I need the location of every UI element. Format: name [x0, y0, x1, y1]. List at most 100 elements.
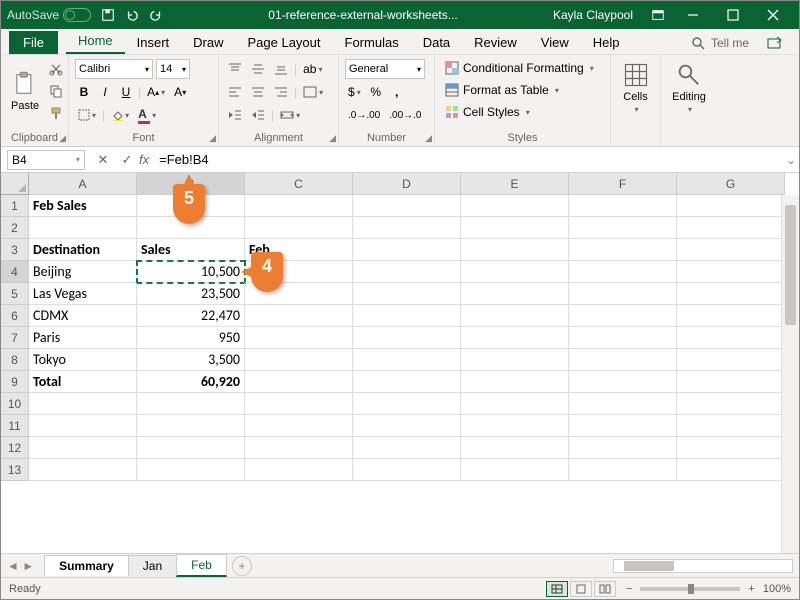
cell[interactable] [353, 239, 461, 261]
cell[interactable] [461, 305, 569, 327]
increase-indent-button[interactable] [248, 105, 268, 125]
dialog-launcher-icon[interactable]: ◢ [329, 133, 336, 144]
redo-icon[interactable] [149, 8, 163, 22]
row-header[interactable]: 7 [1, 327, 29, 349]
cell[interactable] [353, 371, 461, 393]
cell[interactable] [245, 327, 353, 349]
cell[interactable] [461, 415, 569, 437]
cell[interactable] [245, 195, 353, 217]
paste-button[interactable]: Paste [7, 68, 43, 114]
format-painter-button[interactable] [46, 103, 66, 123]
page-break-view-button[interactable] [594, 581, 616, 597]
cell[interactable] [569, 261, 677, 283]
cell[interactable] [677, 239, 785, 261]
font-color-button[interactable]: A [135, 105, 159, 125]
tab-draw[interactable]: Draw [181, 31, 235, 54]
col-header-E[interactable]: E [461, 173, 569, 195]
cell[interactable] [461, 217, 569, 239]
vertical-scrollbar[interactable] [781, 195, 799, 553]
cancel-formula-button[interactable]: ✕ [91, 152, 115, 168]
row-header[interactable]: 3 [1, 239, 29, 261]
horizontal-scrollbar[interactable] [613, 559, 793, 573]
cell[interactable]: 3,500 [137, 349, 245, 371]
comma-button[interactable]: , [388, 82, 406, 102]
cell[interactable] [29, 217, 137, 239]
cell[interactable] [245, 415, 353, 437]
cell[interactable] [677, 349, 785, 371]
tab-review[interactable]: Review [462, 31, 529, 54]
cell[interactable] [569, 283, 677, 305]
wrap-text-button[interactable] [300, 82, 326, 102]
bold-button[interactable]: B [75, 82, 93, 102]
cell[interactable] [353, 415, 461, 437]
tab-formulas[interactable]: Formulas [333, 31, 411, 54]
cell[interactable] [245, 305, 353, 327]
tab-home[interactable]: Home [66, 29, 125, 54]
save-icon[interactable] [101, 8, 115, 22]
cell[interactable] [569, 459, 677, 481]
decrease-decimal-button[interactable]: .00→.0 [386, 105, 424, 125]
sheet-nav[interactable]: ◄ ► [7, 559, 34, 573]
align-right-button[interactable] [271, 82, 291, 102]
tab-view[interactable]: View [529, 31, 581, 54]
cell[interactable] [461, 283, 569, 305]
new-sheet-button[interactable]: + [232, 556, 252, 576]
cell[interactable] [569, 437, 677, 459]
cell[interactable] [677, 305, 785, 327]
percent-button[interactable]: % [367, 82, 385, 102]
cell[interactable]: Tokyo [29, 349, 137, 371]
sheet-tab-jan[interactable]: Jan [128, 555, 177, 576]
col-header-C[interactable]: C [245, 173, 353, 195]
row-header[interactable]: 13 [1, 459, 29, 481]
align-middle-button[interactable] [248, 59, 268, 79]
maximize-button[interactable] [713, 1, 753, 29]
cell[interactable] [245, 371, 353, 393]
zoom-level[interactable]: 100% [763, 583, 791, 595]
page-layout-view-button[interactable] [570, 581, 592, 597]
underline-button[interactable]: U [117, 82, 135, 102]
cell[interactable] [353, 283, 461, 305]
col-header-A[interactable]: A [29, 173, 137, 195]
align-bottom-button[interactable] [271, 59, 291, 79]
row-header[interactable]: 1 [1, 195, 29, 217]
cell-styles-button[interactable]: Cell Styles [441, 103, 604, 121]
cell[interactable] [569, 371, 677, 393]
cell[interactable] [569, 349, 677, 371]
cell[interactable] [569, 327, 677, 349]
dialog-launcher-icon[interactable]: ◢ [425, 133, 432, 144]
cell[interactable] [353, 305, 461, 327]
cell[interactable] [569, 415, 677, 437]
increase-decimal-button[interactable]: .0→.00 [345, 105, 383, 125]
cell[interactable] [677, 195, 785, 217]
formula-input[interactable]: =Feb!B4 [155, 152, 783, 167]
copy-button[interactable] [46, 81, 66, 101]
cell[interactable] [29, 393, 137, 415]
cell[interactable] [137, 437, 245, 459]
row-header[interactable]: 2 [1, 217, 29, 239]
tab-data[interactable]: Data [411, 31, 462, 54]
expand-formula-bar-button[interactable]: ⌄ [783, 153, 799, 167]
minimize-button[interactable] [673, 1, 713, 29]
row-header[interactable]: 6 [1, 305, 29, 327]
zoom-out-button[interactable]: − [626, 583, 632, 595]
col-header-G[interactable]: G [677, 173, 785, 195]
cut-button[interactable] [46, 59, 66, 79]
cell[interactable] [245, 437, 353, 459]
font-name-combo[interactable]: Calibri▾ [75, 59, 153, 79]
decrease-indent-button[interactable] [225, 105, 245, 125]
cell[interactable] [677, 459, 785, 481]
cell[interactable] [569, 217, 677, 239]
cells-button[interactable]: Cells [617, 59, 654, 116]
normal-view-button[interactable] [546, 581, 568, 597]
cell[interactable]: Paris [29, 327, 137, 349]
cell[interactable] [677, 371, 785, 393]
cell[interactable] [461, 459, 569, 481]
cell[interactable] [353, 437, 461, 459]
cell[interactable]: CDMX [29, 305, 137, 327]
increase-font-button[interactable]: A▴ [144, 82, 168, 102]
cell[interactable] [353, 327, 461, 349]
cell[interactable] [677, 261, 785, 283]
undo-icon[interactable] [125, 8, 139, 22]
cell[interactable] [245, 349, 353, 371]
cell[interactable]: Beijing [29, 261, 137, 283]
